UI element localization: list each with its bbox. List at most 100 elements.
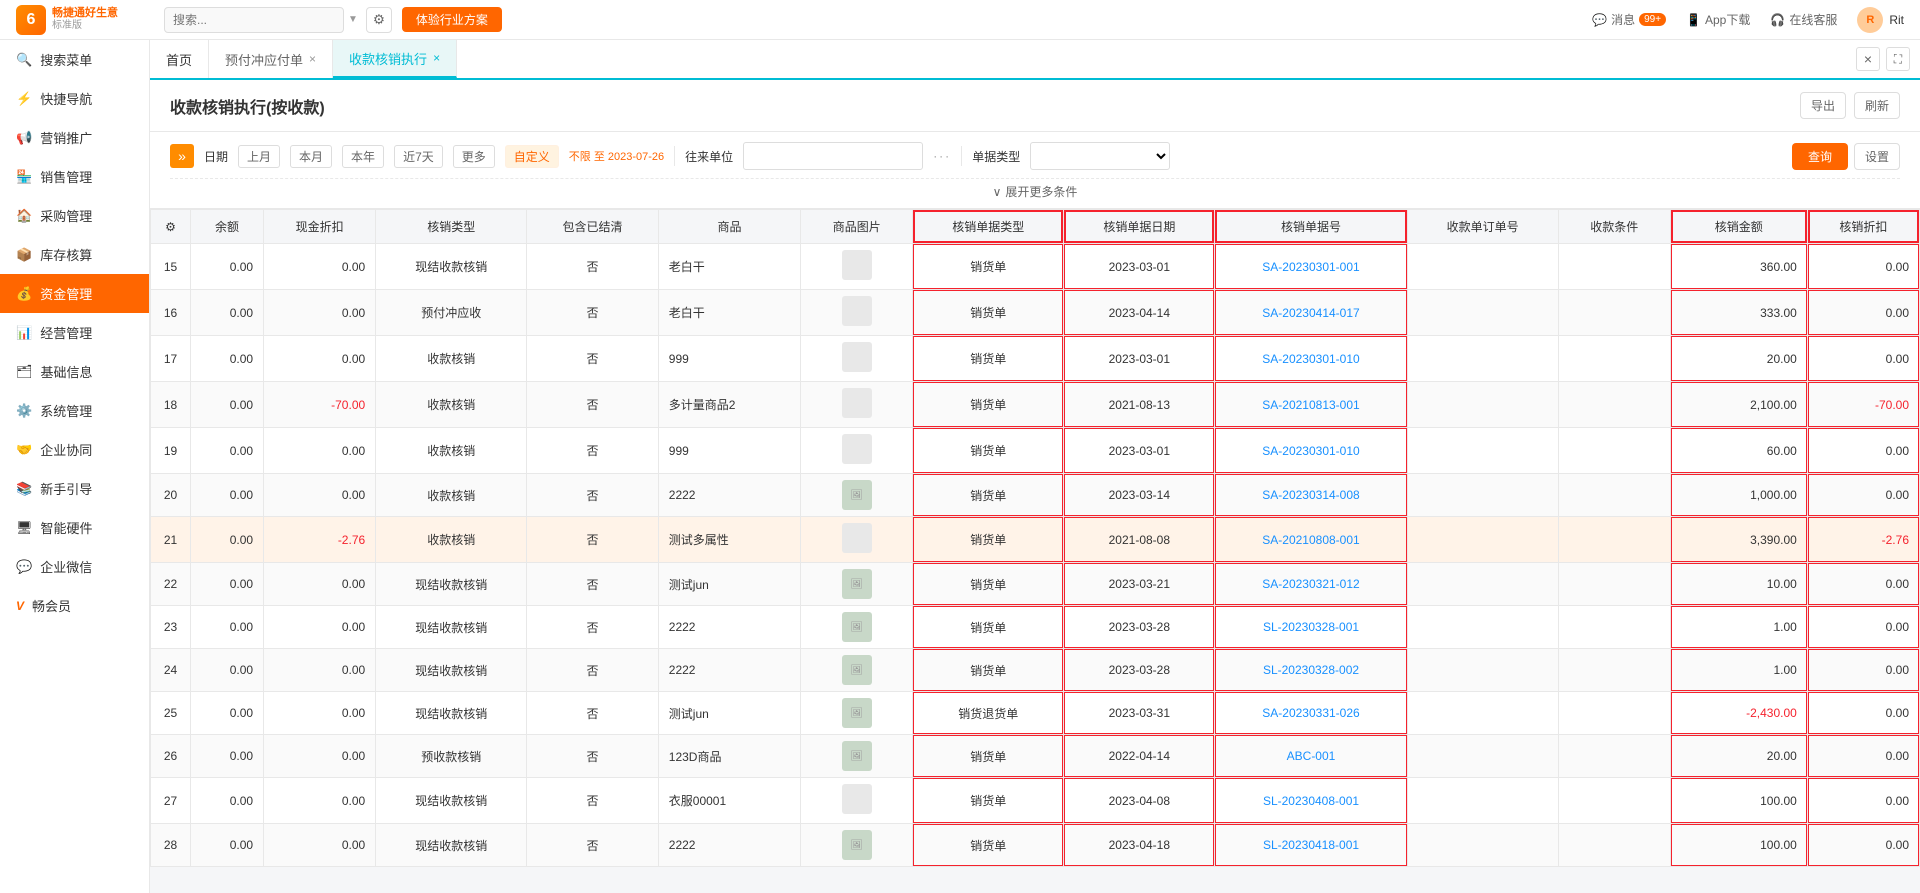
cell-cash-discount: 0.00	[264, 735, 376, 778]
cell-goods-img	[801, 244, 913, 290]
cell-doc-no[interactable]: SA-20230301-001	[1215, 244, 1407, 290]
cell-doc-no[interactable]: SA-20230301-010	[1215, 428, 1407, 474]
cell-goods: 测试多属性	[658, 517, 800, 563]
date-prev-month-btn[interactable]: 上月	[238, 145, 280, 168]
sidebar-item-finance[interactable]: 💰 资金管理	[0, 274, 149, 313]
cell-doc-no[interactable]: SA-20230331-026	[1215, 692, 1407, 735]
cell-amount: 360.00	[1670, 244, 1807, 290]
cell-amount: -2,430.00	[1670, 692, 1807, 735]
cell-order-no	[1407, 474, 1558, 517]
cell-amount: 333.00	[1670, 290, 1807, 336]
trial-button[interactable]: 体验行业方案	[402, 7, 502, 32]
sidebar-item-inventory[interactable]: 📦 库存核算	[0, 235, 149, 274]
cell-doc-no[interactable]: ABC-001	[1215, 735, 1407, 778]
sidebar-item-sales[interactable]: 🏪 销售管理	[0, 157, 149, 196]
cell-doc-no[interactable]: SL-20230328-001	[1215, 606, 1407, 649]
date-7days-btn[interactable]: 近7天	[394, 145, 443, 168]
table-row: 150.000.00现结收款核销否老白干销货单2023-03-01SA-2023…	[151, 244, 1920, 290]
cell-doc-type: 销货单	[913, 474, 1064, 517]
cell-doc-no[interactable]: SA-20230414-017	[1215, 290, 1407, 336]
global-search-input[interactable]	[164, 7, 344, 33]
cell-doc-no[interactable]: SL-20230408-001	[1215, 778, 1407, 824]
dropdown-arrow-icon[interactable]: ▼	[348, 14, 358, 25]
sidebar-item-system[interactable]: ⚙️ 系统管理	[0, 391, 149, 430]
tab-home[interactable]: 首页	[150, 40, 209, 78]
gear-button[interactable]: ⚙	[366, 7, 392, 33]
expand-more-conditions[interactable]: ∨ 展开更多条件	[170, 178, 1900, 208]
sidebar-item-member[interactable]: V 畅会员	[0, 586, 149, 625]
query-button[interactable]: 查询	[1792, 143, 1848, 170]
tab-receivable[interactable]: 收款核销执行 ×	[333, 40, 457, 78]
date-custom-btn[interactable]: 自定义	[505, 145, 559, 168]
settings-button[interactable]: 设置	[1854, 143, 1900, 170]
sidebar-item-hardware[interactable]: 🖥 智能硬件	[0, 508, 149, 547]
source-filter-input[interactable]	[743, 142, 923, 170]
source-dots-icon[interactable]: ···	[933, 149, 951, 163]
expand-icon: ∨	[993, 185, 1002, 199]
tab-bar: 首页 预付冲应付单 × 收款核销执行 × × ⛶	[150, 40, 1920, 80]
cell-cash-discount: -2.76	[264, 517, 376, 563]
filter-expand-button[interactable]: »	[170, 144, 194, 168]
cell-doc-date: 2023-03-01	[1064, 336, 1215, 382]
tab-prepaid[interactable]: 预付冲应付单 ×	[209, 40, 333, 78]
cell-order-no	[1407, 244, 1558, 290]
cell-goods-img	[801, 290, 913, 336]
export-button[interactable]: 导出	[1800, 92, 1846, 119]
cell-doc-date: 2023-03-28	[1064, 606, 1215, 649]
date-this-month-btn[interactable]: 本月	[290, 145, 332, 168]
sidebar-item-guide[interactable]: 📚 新手引导	[0, 469, 149, 508]
col-cash-discount: 现金折扣	[264, 210, 376, 244]
cell-amount: 10.00	[1670, 563, 1807, 606]
user-profile[interactable]: R Rit	[1857, 7, 1904, 33]
tab-prepaid-close[interactable]: ×	[309, 52, 316, 66]
sales-icon: 🏪	[16, 169, 32, 185]
cell-verify-type: 收款核销	[376, 382, 527, 428]
cell-discount: 0.00	[1807, 824, 1919, 867]
table-row: 210.00-2.76收款核销否测试多属性销货单2021-08-08SA-202…	[151, 517, 1920, 563]
cell-amount: 1,000.00	[1670, 474, 1807, 517]
cell-doc-no[interactable]: SA-20210808-001	[1215, 517, 1407, 563]
cell-doc-no[interactable]: SA-20210813-001	[1215, 382, 1407, 428]
cell-balance: 0.00	[191, 290, 264, 336]
wechat-icon: 💬	[16, 559, 32, 575]
cell-discount: 0.00	[1807, 692, 1919, 735]
cell-doc-date: 2023-04-08	[1064, 778, 1215, 824]
sidebar-item-search[interactable]: 🔍 搜索菜单	[0, 40, 149, 79]
sidebar-item-operation[interactable]: 📊 经营管理	[0, 313, 149, 352]
sidebar-item-purchase[interactable]: 🏠 采购管理	[0, 196, 149, 235]
cell-balance: 0.00	[191, 244, 264, 290]
sidebar-item-basic[interactable]: 🗂 基础信息	[0, 352, 149, 391]
cell-verify-type: 现结收款核销	[376, 606, 527, 649]
app-download-item[interactable]: 📱 App下载	[1686, 11, 1750, 28]
cell-verify-type: 现结收款核销	[376, 244, 527, 290]
col-order-no: 收款单订单号	[1407, 210, 1558, 244]
sidebar-item-cooperation[interactable]: 🤝 企业协同	[0, 430, 149, 469]
sidebar-item-wechat[interactable]: 💬 企业微信	[0, 547, 149, 586]
tab-close-window-button[interactable]: ×	[1856, 47, 1880, 71]
messages-badge: 99+	[1639, 13, 1666, 26]
sidebar-item-quicknav[interactable]: ⚡ 快捷导航	[0, 79, 149, 118]
sidebar-item-marketing[interactable]: 📢 营销推广	[0, 118, 149, 157]
tab-receivable-close[interactable]: ×	[433, 51, 440, 65]
refresh-button[interactable]: 刷新	[1854, 92, 1900, 119]
cell-doc-no[interactable]: SA-20230321-012	[1215, 563, 1407, 606]
cell-doc-type: 销货单	[913, 244, 1064, 290]
date-this-year-btn[interactable]: 本年	[342, 145, 384, 168]
cell-doc-type: 销货单	[913, 606, 1064, 649]
cell-goods-img: 🖼	[801, 474, 913, 517]
cell-amount: 1.00	[1670, 649, 1807, 692]
cell-order-no	[1407, 606, 1558, 649]
messages-item[interactable]: 💬 消息 99+	[1592, 11, 1666, 28]
cell-doc-no[interactable]: SA-20230301-010	[1215, 336, 1407, 382]
type-filter-select[interactable]	[1030, 142, 1170, 170]
cell-doc-no[interactable]: SA-20230314-008	[1215, 474, 1407, 517]
cell-settled: 否	[527, 692, 659, 735]
online-service-item[interactable]: 🎧 在线客服	[1770, 11, 1837, 28]
cell-goods-img	[801, 336, 913, 382]
cell-amount: 20.00	[1670, 336, 1807, 382]
cell-doc-no[interactable]: SL-20230418-001	[1215, 824, 1407, 867]
sidebar: 🔍 搜索菜单 ⚡ 快捷导航 📢 营销推广 🏪 销售管理 🏠 采购管理 📦 库存核…	[0, 40, 150, 893]
date-more-btn[interactable]: 更多	[453, 145, 495, 168]
cell-doc-no[interactable]: SL-20230328-002	[1215, 649, 1407, 692]
tab-maximize-button[interactable]: ⛶	[1886, 47, 1910, 71]
